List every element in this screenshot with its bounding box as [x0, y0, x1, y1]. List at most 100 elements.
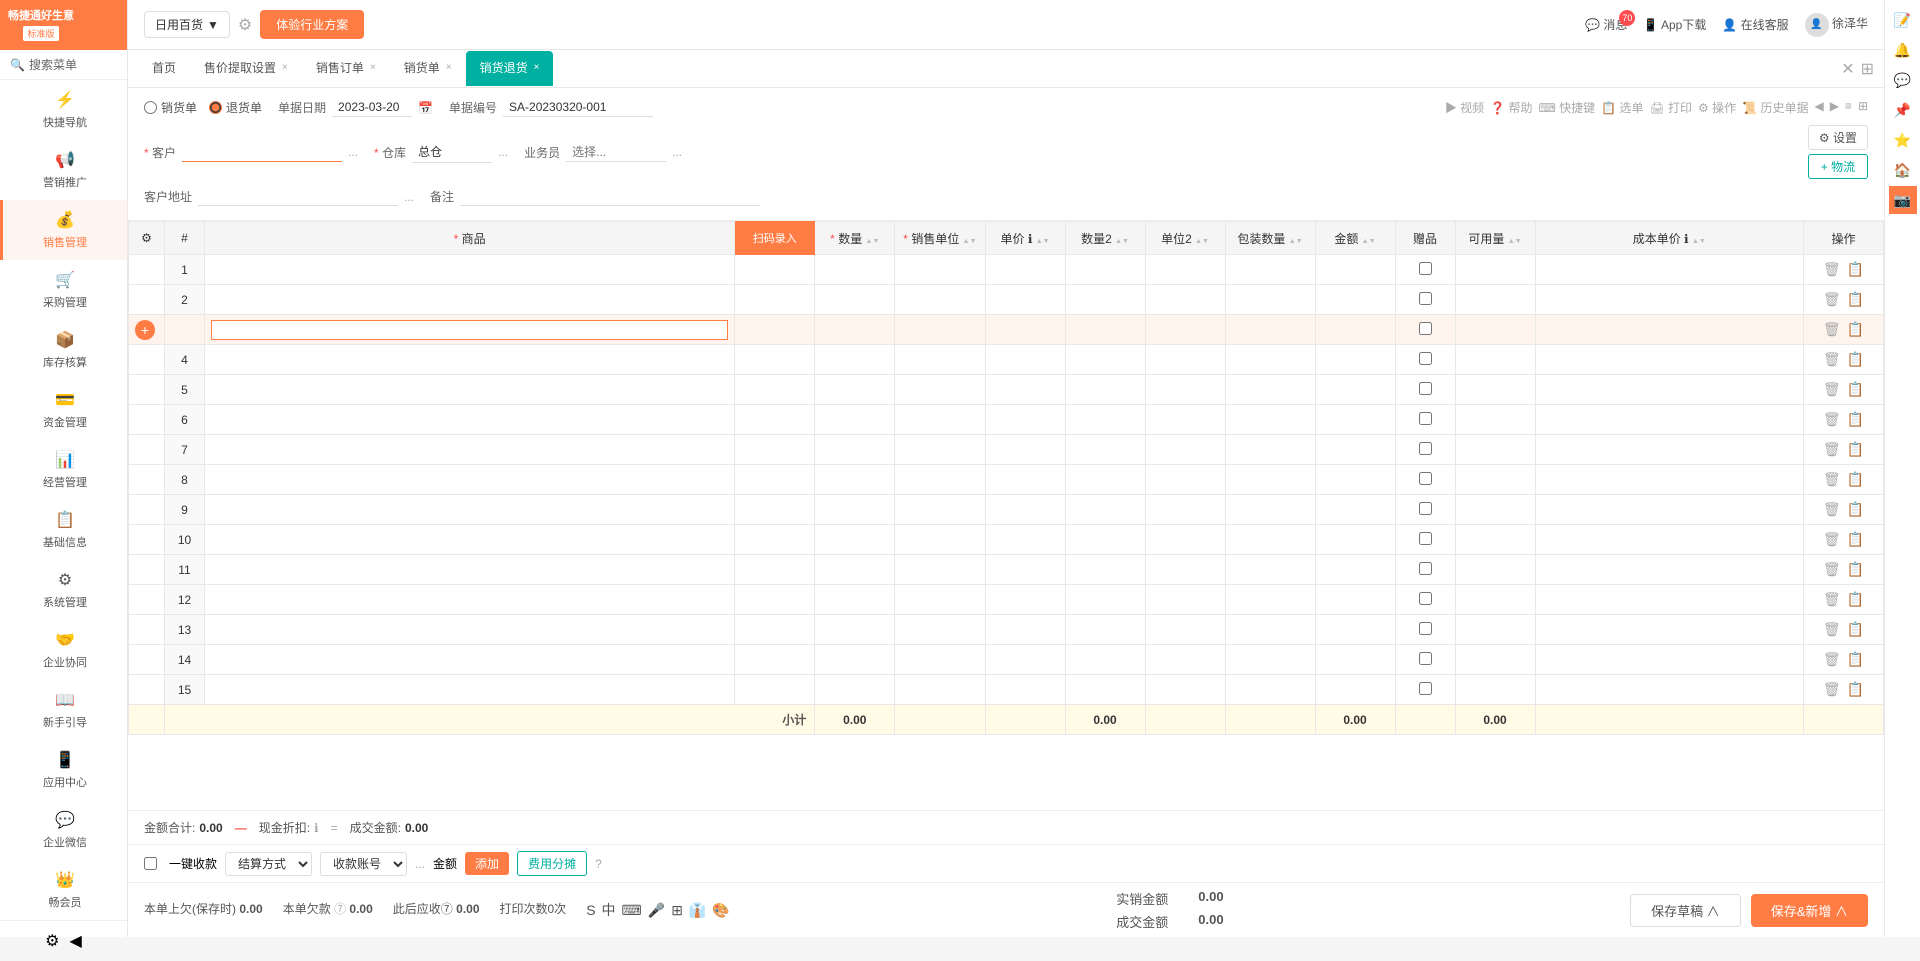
settings-button[interactable]: ⚙ 设置 [1808, 125, 1868, 150]
user-avatar[interactable]: 👤 徐泽华 [1805, 13, 1868, 37]
keyboard-icon[interactable]: ⌨ [622, 902, 642, 919]
sale-unit-cell[interactable] [895, 285, 985, 315]
product-input-active[interactable] [211, 320, 728, 340]
gift-checkbox[interactable] [1419, 292, 1432, 305]
search-menu-item[interactable]: 🔍 搜索菜单 [0, 50, 127, 80]
sidebar-item-basics[interactable]: 📋 基础信息 [0, 500, 127, 560]
unit2-cell[interactable] [1145, 285, 1225, 315]
print-link[interactable]: 🖨 打印 [1649, 99, 1692, 116]
quantity-cell[interactable] [815, 315, 895, 345]
pack-qty-cell[interactable] [1225, 315, 1315, 345]
copy-row-icon[interactable]: 📋 [1847, 651, 1864, 668]
gift-checkbox[interactable] [1419, 592, 1432, 605]
sidebar-item-purchase[interactable]: 🛒 采购管理 [0, 260, 127, 320]
sidebar-item-operations[interactable]: 📊 经营管理 [0, 440, 127, 500]
this-debit-help-icon[interactable]: ⑦ [334, 902, 346, 916]
copy-row-icon[interactable]: 📋 [1847, 351, 1864, 368]
radio-sales-bill-input[interactable] [144, 101, 157, 114]
sidebar-item-wechat[interactable]: 💬 企业微信 [0, 800, 127, 860]
view-grid-icon[interactable]: ⊞ [1858, 99, 1868, 116]
shortcut-link[interactable]: ⌨ 快捷键 [1538, 99, 1595, 116]
video-link[interactable]: ▶ 视频 [1445, 99, 1484, 116]
right-panel-home[interactable]: 🏠 [1889, 156, 1917, 184]
sidebar-item-marketing[interactable]: 📢 营销推广 [0, 140, 127, 200]
gift-checkbox[interactable] [1419, 322, 1432, 335]
product-cell[interactable] [205, 285, 735, 315]
tab-sales-bill[interactable]: 销货单 × [390, 51, 466, 86]
tab-sales-order-close-icon[interactable]: × [370, 62, 376, 73]
radio-sales-bill[interactable]: 销货单 [144, 99, 197, 116]
expense-split-button[interactable]: 费用分摊 [517, 851, 587, 876]
app-download-link[interactable]: 📱 App下载 [1643, 16, 1706, 33]
sidebar-settings-icon[interactable]: ⚙ [45, 931, 59, 951]
delete-row-icon[interactable]: 🗑 [1823, 351, 1841, 368]
add-payment-button[interactable]: 添加 [465, 852, 509, 875]
profile-icon[interactable]: 👔 [689, 902, 706, 919]
unit-price-cell[interactable] [985, 315, 1065, 345]
delete-row-icon[interactable]: 🗑 [1823, 531, 1841, 548]
settings-gear-icon[interactable]: ⚙ [238, 15, 252, 35]
tab-sales-return-close-icon[interactable]: × [534, 62, 540, 73]
copy-row-icon[interactable]: 📋 [1847, 681, 1864, 698]
scan-button[interactable]: 扫码录入 [747, 228, 803, 248]
discount-help-icon[interactable]: ℹ [314, 821, 319, 835]
history-link[interactable]: 📜 历史单据 [1742, 99, 1808, 116]
sidebar-collapse-icon[interactable]: ◀ [70, 931, 82, 951]
unit2-cell[interactable] [1145, 255, 1225, 285]
select-link[interactable]: 📋 选单 [1601, 99, 1643, 116]
copy-row-icon[interactable]: 📋 [1847, 561, 1864, 578]
sidebar-item-apps[interactable]: 📱 应用中心 [0, 740, 127, 800]
sidebar-item-finance[interactable]: 💳 资金管理 [0, 380, 127, 440]
qty2-cell[interactable] [1065, 255, 1145, 285]
copy-row-icon[interactable]: 📋 [1847, 261, 1864, 278]
add-row-button[interactable]: + [135, 320, 155, 340]
help-link[interactable]: ❓ 帮助 [1490, 99, 1532, 116]
copy-row-icon[interactable]: 📋 [1847, 321, 1864, 338]
radio-return-bill-input[interactable] [209, 101, 222, 114]
tab-price-close-icon[interactable]: × [282, 62, 288, 73]
delete-row-icon[interactable]: 🗑 [1823, 321, 1841, 338]
gift-cell[interactable] [1395, 255, 1455, 285]
gift-checkbox[interactable] [1419, 382, 1432, 395]
copy-row-icon[interactable]: 📋 [1847, 441, 1864, 458]
input-icon[interactable]: 中 [602, 900, 616, 920]
logistics-button[interactable]: + 物流 [1808, 154, 1868, 179]
sale-unit-cell[interactable] [895, 255, 985, 285]
trial-plan-button[interactable]: 体验行业方案 [260, 10, 364, 39]
right-panel-camera[interactable]: 📷 [1889, 186, 1917, 214]
sidebar-item-vip[interactable]: 👑 畅会员 [0, 860, 127, 920]
unit2-cell[interactable] [1145, 315, 1225, 345]
tab-sales-return[interactable]: 销货退货 × [466, 51, 554, 86]
delete-row-icon[interactable]: 🗑 [1823, 471, 1841, 488]
sidebar-item-enterprise[interactable]: 🤝 企业协同 [0, 620, 127, 680]
message-button[interactable]: 💬 70 消息 [1585, 16, 1627, 33]
sale-unit-cell[interactable] [895, 315, 985, 345]
amount-cell[interactable] [1315, 285, 1395, 315]
settlement-select[interactable]: 结算方式 [225, 852, 312, 876]
gift-checkbox[interactable] [1419, 262, 1432, 275]
address-more-icon[interactable]: ... [404, 190, 414, 204]
staff-more-icon[interactable]: ... [672, 145, 682, 159]
qr-icon[interactable]: ⊞ [671, 902, 683, 919]
gift-checkbox[interactable] [1419, 652, 1432, 665]
delete-row-icon[interactable]: 🗑 [1823, 681, 1841, 698]
save-draft-button[interactable]: 保存草稿 ∧ [1630, 894, 1741, 927]
gift-checkbox[interactable] [1419, 532, 1432, 545]
remark-input[interactable] [460, 187, 760, 206]
right-panel-notify[interactable]: 🔔 [1889, 36, 1917, 64]
unit-price-cell[interactable] [985, 255, 1065, 285]
tab-price-setting[interactable]: 售价提取设置 × [190, 51, 302, 86]
gift-cell[interactable] [1395, 315, 1455, 345]
amount-cell[interactable] [1315, 255, 1395, 285]
gift-checkbox[interactable] [1419, 472, 1432, 485]
pack-qty-cell[interactable] [1225, 255, 1315, 285]
staff-input[interactable] [566, 143, 666, 162]
copy-row-icon[interactable]: 📋 [1847, 291, 1864, 308]
th-scan[interactable]: 扫码录入 [735, 222, 815, 255]
gift-checkbox[interactable] [1419, 412, 1432, 425]
gift-checkbox[interactable] [1419, 622, 1432, 635]
gift-checkbox[interactable] [1419, 442, 1432, 455]
right-panel-notes[interactable]: 📝 [1889, 6, 1917, 34]
product-cell[interactable] [205, 255, 735, 285]
gift-checkbox[interactable] [1419, 502, 1432, 515]
